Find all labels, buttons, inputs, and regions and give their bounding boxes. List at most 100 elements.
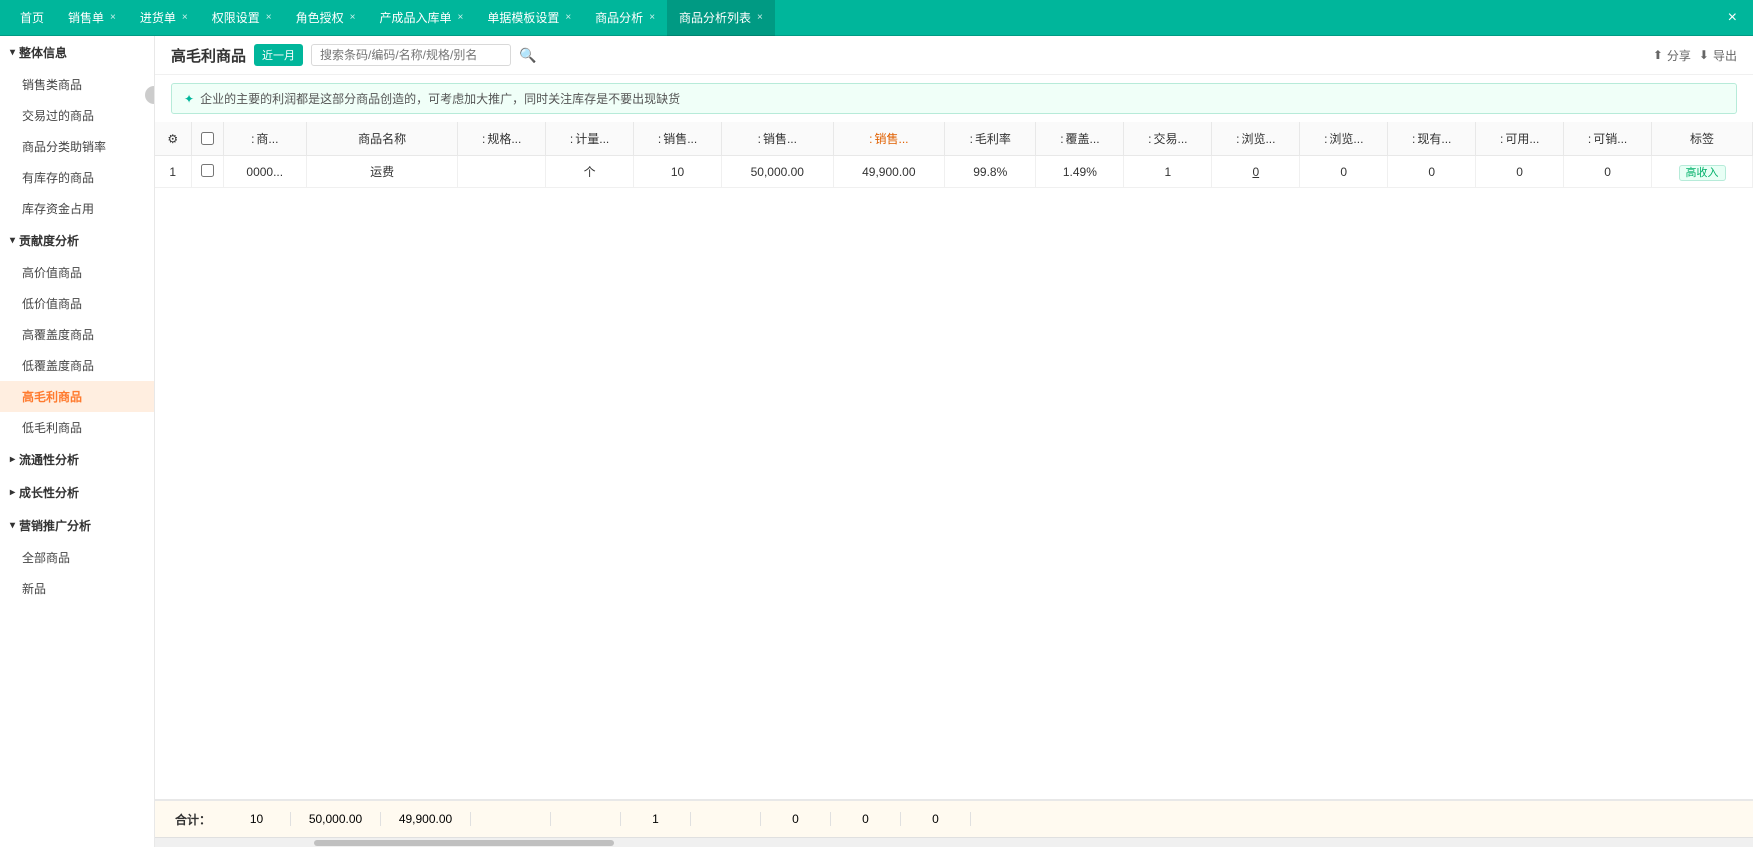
tab-product-analysis[interactable]: 商品分析 × [583, 0, 667, 36]
col-unit: : 计量... [546, 122, 634, 156]
table-row: 1 0000... 运费 个 10 50,000.00 49,900.00 99… [155, 156, 1753, 188]
info-icon: ✦ [184, 92, 194, 106]
col-trade: : 交易... [1124, 122, 1212, 156]
sidebar-item-in-stock[interactable]: 有库存的商品 [0, 162, 154, 193]
tab-product-analysis-label: 商品分析 [595, 9, 643, 26]
tab-product-analysis-list-close[interactable]: × [757, 12, 763, 23]
tab-sales-label: 销售单 [68, 9, 104, 26]
tab-purchase-label: 进货单 [140, 9, 176, 26]
cell-spec [458, 156, 546, 188]
col-code: : 商... [223, 122, 306, 156]
arrow-right-icon-2: ▸ [10, 487, 15, 498]
horizontal-scrollbar[interactable] [155, 837, 1753, 847]
sidebar-item-traded-goods[interactable]: 交易过的商品 [0, 100, 154, 131]
col-spec: : 规格... [458, 122, 546, 156]
cell-num: 1 [155, 156, 191, 188]
scrollbar-thumb[interactable] [314, 840, 614, 846]
sidebar-item-stock-capital[interactable]: 库存资金占用 [0, 193, 154, 224]
col-settings[interactable]: ⚙ [155, 122, 191, 156]
cell-name: 运费 [306, 156, 457, 188]
tab-product-warehouse[interactable]: 产成品入库单 × [367, 0, 475, 36]
tab-purchase-close[interactable]: × [182, 12, 188, 23]
tab-home[interactable]: 首页 [8, 0, 56, 36]
select-all-checkbox[interactable] [201, 132, 214, 145]
tag-badge: 高收入 [1679, 165, 1726, 181]
sidebar-item-new-goods[interactable]: 新品 [0, 573, 154, 604]
tab-template[interactable]: 单据模板设置 × [475, 0, 583, 36]
table-body: 1 0000... 运费 个 10 50,000.00 49,900.00 99… [155, 156, 1753, 188]
sidebar-item-low-margin[interactable]: 低毛利商品 [0, 412, 154, 443]
filter-recent-month-button[interactable]: 近一月 [254, 44, 303, 66]
sidebar-group-overall[interactable]: ▾ 整体信息 [0, 36, 154, 69]
sidebar-item-category-rate[interactable]: 商品分类助销率 [0, 131, 154, 162]
tab-permissions-close[interactable]: × [266, 12, 272, 23]
col-browse1: : 浏览... [1212, 122, 1300, 156]
total-sales-profit: 49,900.00 [381, 812, 471, 826]
tab-roles-close[interactable]: × [350, 12, 356, 23]
tab-product-warehouse-close[interactable]: × [457, 12, 463, 23]
arrow-down-icon-2: ▾ [10, 235, 15, 246]
sidebar-group-flow[interactable]: ▸ 流通性分析 [0, 443, 154, 476]
sidebar-item-low-coverage[interactable]: 低覆盖度商品 [0, 350, 154, 381]
tab-product-analysis-list[interactable]: 商品分析列表 × [667, 0, 775, 36]
export-label: 导出 [1713, 47, 1737, 64]
total-browse1 [691, 812, 761, 826]
tab-sales-close[interactable]: × [110, 12, 116, 23]
sidebar-item-high-margin[interactable]: 高毛利商品 [0, 381, 154, 412]
sidebar-group-marketing-label: 营销推广分析 [19, 517, 91, 534]
search-button[interactable]: 🔍 [519, 47, 536, 64]
total-available: 0 [901, 812, 971, 826]
col-gross-rate: : 毛利率 [945, 122, 1036, 156]
cell-browse1[interactable]: 0 [1212, 156, 1300, 188]
totals-label: 合计： [155, 811, 223, 828]
col-salable: : 可销... [1564, 122, 1652, 156]
sidebar-group-growth[interactable]: ▸ 成长性分析 [0, 476, 154, 509]
total-spacer2 [551, 812, 621, 826]
col-coverage: : 覆盖... [1036, 122, 1124, 156]
tab-template-label: 单据模板设置 [487, 9, 559, 26]
tab-template-close[interactable]: × [565, 12, 571, 23]
sidebar-group-growth-label: 成长性分析 [19, 484, 79, 501]
sidebar-item-sales-goods[interactable]: 销售类商品 [0, 69, 154, 100]
col-sales-amount: : 销售... [722, 122, 834, 156]
col-sales-profit: : 销售... [833, 122, 945, 156]
total-sales-count: 10 [223, 812, 291, 826]
tab-sales[interactable]: 销售单 × [56, 0, 128, 36]
tab-roles-label: 角色授权 [296, 9, 344, 26]
tab-permissions[interactable]: 权限设置 × [200, 0, 284, 36]
cell-current: 0 [1388, 156, 1476, 188]
tab-purchase[interactable]: 进货单 × [128, 0, 200, 36]
row-checkbox[interactable] [201, 164, 214, 177]
sidebar-item-low-value[interactable]: 低价值商品 [0, 288, 154, 319]
export-button[interactable]: ⬇ 导出 [1699, 47, 1737, 64]
total-trade: 1 [621, 812, 691, 826]
tab-permissions-label: 权限设置 [212, 9, 260, 26]
cell-sales-amount: 50,000.00 [722, 156, 834, 188]
share-icon: ⬆ [1653, 48, 1663, 62]
info-banner: ✦ 企业的主要的利润都是这部分商品创造的，可考虑加大推广，同时关注库存是不要出现… [171, 83, 1737, 114]
col-checkbox[interactable] [191, 122, 223, 156]
sidebar-group-marketing[interactable]: ▾ 营销推广分析 [0, 509, 154, 542]
cell-tag: 高收入 [1652, 156, 1753, 188]
tab-product-analysis-close[interactable]: × [649, 12, 655, 23]
sidebar-group-contribution[interactable]: ▾ 贡献度分析 [0, 224, 154, 257]
col-sales-count: : 销售... [634, 122, 722, 156]
search-input[interactable] [311, 44, 511, 66]
cell-browse2: 0 [1300, 156, 1388, 188]
cell-unit: 个 [546, 156, 634, 188]
col-name: 商品名称 [306, 122, 457, 156]
cell-sales-count: 10 [634, 156, 722, 188]
close-all-tabs[interactable]: × [1720, 9, 1745, 27]
data-table-container[interactable]: ⚙ : 商... 商品名称 : 规格... [155, 122, 1753, 799]
total-spacer1 [471, 812, 551, 826]
sidebar-item-all-goods[interactable]: 全部商品 [0, 542, 154, 573]
sidebar-item-high-coverage[interactable]: 高覆盖度商品 [0, 319, 154, 350]
cell-checkbox[interactable] [191, 156, 223, 188]
col-current: : 现有... [1388, 122, 1476, 156]
col-browse2: : 浏览... [1300, 122, 1388, 156]
cell-gross-rate: 99.8% [945, 156, 1036, 188]
content-title: 高毛利商品 [171, 45, 246, 66]
share-button[interactable]: ⬆ 分享 [1653, 47, 1691, 64]
tab-roles[interactable]: 角色授权 × [284, 0, 368, 36]
sidebar-item-high-value[interactable]: 高价值商品 [0, 257, 154, 288]
